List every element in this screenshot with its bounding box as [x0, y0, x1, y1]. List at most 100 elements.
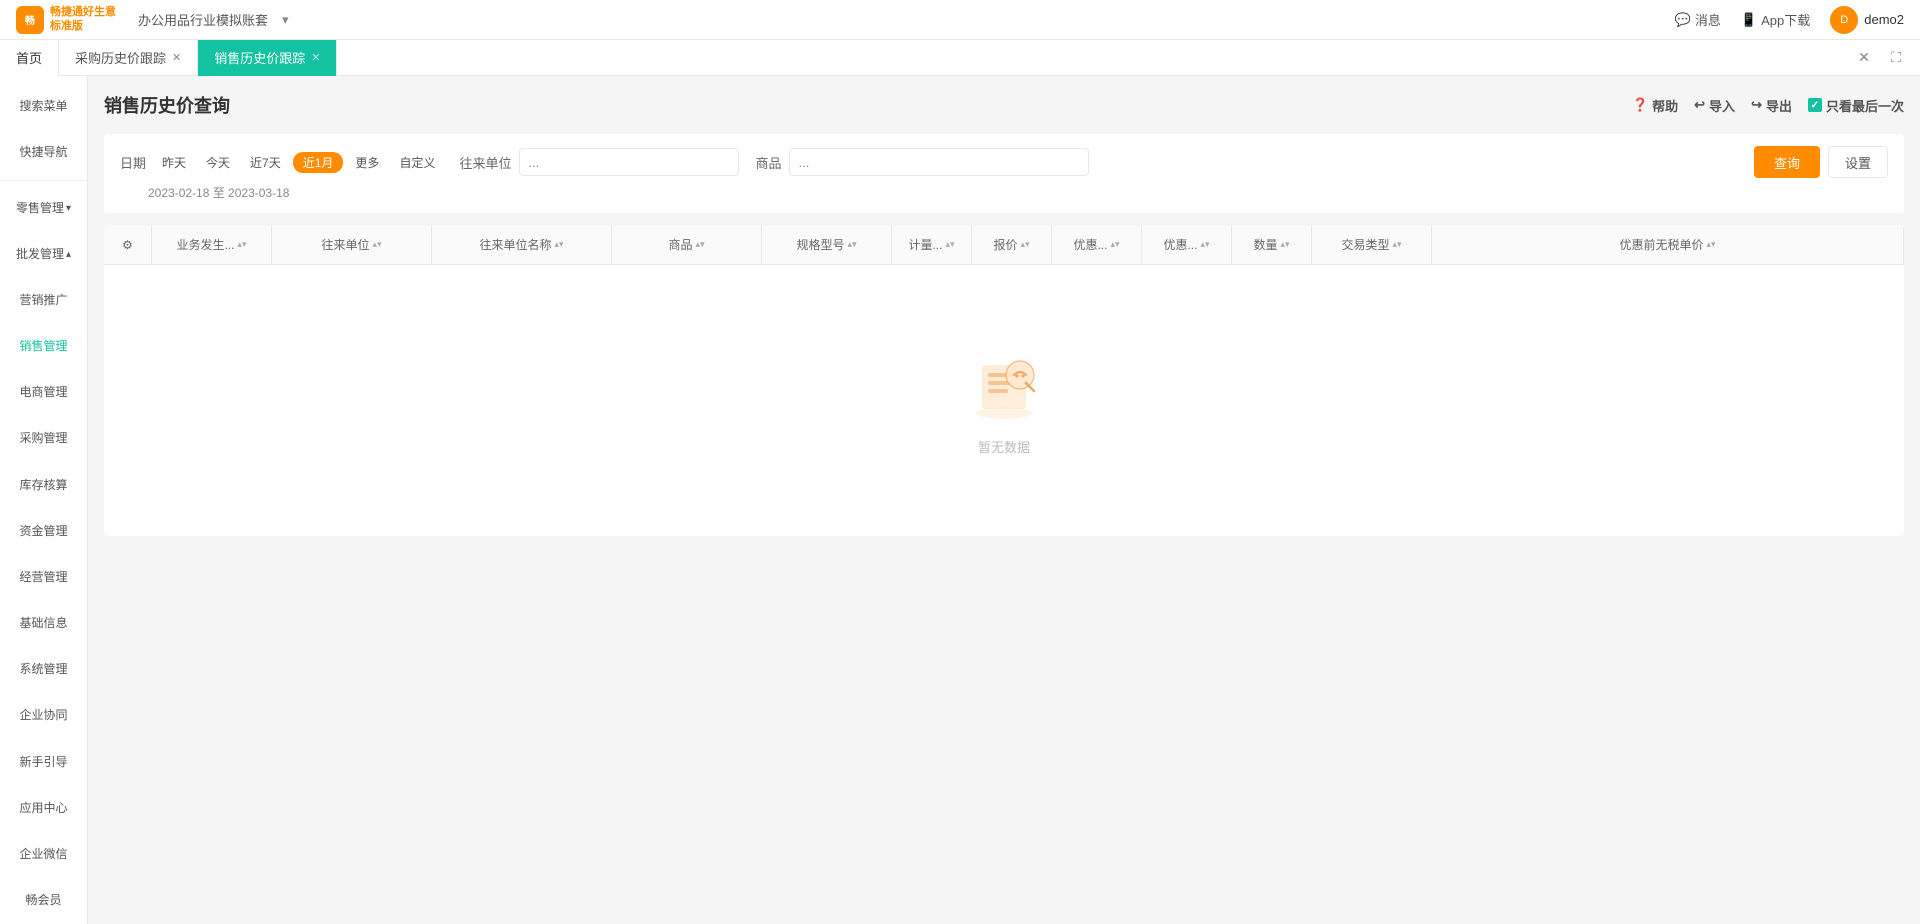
th-partner-name[interactable]: 往来单位名称 ▴▾: [432, 225, 612, 264]
th-pretax-price[interactable]: 优惠前无税单价 ▴▾: [1432, 225, 1904, 264]
export-icon: ↪: [1751, 97, 1762, 113]
filter-bar: 日期 昨天 今天 近7天 近1月 更多 自定义 往来单位 ...: [104, 134, 1904, 213]
sort-icon: ▴▾: [1706, 239, 1715, 250]
avatar: D: [1830, 6, 1858, 34]
sort-icon: ▴▾: [1200, 239, 1209, 250]
sidebar-item-finance[interactable]: 资金管理: [0, 509, 87, 555]
sort-icon: ▴▾: [372, 239, 381, 250]
message-icon: 💬: [1675, 12, 1691, 28]
only-last-checkbox[interactable]: ✓: [1808, 98, 1822, 112]
th-qty[interactable]: 数量 ▴▾: [1232, 225, 1312, 264]
date-filter: 日期 昨天 今天 近7天 近1月 更多 自定义: [120, 152, 443, 173]
sidebar-item-enterprise-wechat[interactable]: 企业微信: [0, 832, 87, 878]
content-area: 销售历史价查询 ❓ 帮助 ↩ 导入 ↪ 导出 ✓ 只: [88, 76, 1920, 924]
export-button[interactable]: ↪ 导出: [1751, 96, 1792, 115]
sidebar-item-ecom-mgmt[interactable]: 电商管理: [0, 370, 87, 416]
expand-button[interactable]: ⛶: [1884, 46, 1908, 70]
user-area[interactable]: D demo2: [1830, 6, 1904, 34]
sort-icon: ▴▾: [1392, 239, 1401, 250]
date-btn-custom[interactable]: 自定义: [391, 152, 443, 173]
sidebar-item-purchase-mgmt[interactable]: 采购管理: [0, 416, 87, 462]
filter-actions: 查询 设置: [1754, 146, 1888, 178]
sidebar-item-quick-nav[interactable]: 快捷导航: [0, 130, 87, 176]
sidebar-item-system[interactable]: 系统管理: [0, 647, 87, 693]
date-btn-1month[interactable]: 近1月: [293, 152, 344, 173]
close-tab-button[interactable]: ✕: [1852, 46, 1876, 70]
date-btn-yesterday[interactable]: 昨天: [154, 152, 194, 173]
filter-row: 日期 昨天 今天 近7天 近1月 更多 自定义 往来单位 ...: [120, 146, 1888, 178]
tab-purchase-history[interactable]: 采购历史价跟踪 ✕: [59, 40, 198, 76]
sort-icon: ▴▾: [554, 239, 563, 250]
th-unit[interactable]: 计量... ▴▾: [892, 225, 972, 264]
date-btn-7days[interactable]: 近7天: [242, 152, 289, 173]
close-purchase-tab[interactable]: ✕: [172, 51, 181, 64]
sort-icon: ▴▾: [1020, 239, 1029, 250]
th-discount2[interactable]: 优惠... ▴▾: [1142, 225, 1232, 264]
th-partner-code[interactable]: 往来单位 ▴▾: [272, 225, 432, 264]
help-icon: ❓: [1632, 97, 1648, 113]
sidebar-item-basic-info[interactable]: 基础信息: [0, 601, 87, 647]
th-quote[interactable]: 报价 ▴▾: [972, 225, 1052, 264]
table-container: ⚙ 业务发生... ▴▾ 往来单位 ▴▾ 往来单位名称 ▴▾ 商品 ▴▾: [104, 225, 1904, 536]
import-icon: ↩: [1694, 97, 1705, 113]
app-title: 办公用品行业模拟账套: [138, 10, 268, 29]
tabbar: 首页 采购历史价跟踪 ✕ 销售历史价跟踪 ✕ ✕ ⛶: [0, 40, 1920, 76]
logo-icon: 畅: [16, 6, 44, 34]
th-discount1[interactable]: 优惠... ▴▾: [1052, 225, 1142, 264]
only-last-checkbox-label[interactable]: ✓ 只看最后一次: [1808, 96, 1904, 115]
th-settings[interactable]: ⚙: [104, 225, 152, 264]
sidebar-item-inventory[interactable]: 库存核算: [0, 462, 87, 508]
sidebar-item-enterprise[interactable]: 企业协同: [0, 693, 87, 739]
sidebar-item-guide[interactable]: 新手引导: [0, 739, 87, 785]
table-header: ⚙ 业务发生... ▴▾ 往来单位 ▴▾ 往来单位名称 ▴▾ 商品 ▴▾: [104, 225, 1904, 265]
sort-icon: ▴▾: [1280, 239, 1289, 250]
partner-input[interactable]: ...: [519, 148, 739, 176]
th-spec[interactable]: 规格型号 ▴▾: [762, 225, 892, 264]
date-range-display: 2023-02-18 至 2023-03-18: [148, 184, 1888, 201]
dropdown-icon[interactable]: ▾: [282, 12, 289, 28]
sidebar-item-retail-mgmt[interactable]: 零售管理 ▾: [0, 185, 87, 231]
topbar: 畅 畅捷通好生意 标准版 办公用品行业模拟账套 ▾ 💬 消息 📱 App下载 D…: [0, 0, 1920, 40]
import-button[interactable]: ↩ 导入: [1694, 96, 1735, 115]
help-button[interactable]: ❓ 帮助: [1632, 96, 1678, 115]
th-trade-type[interactable]: 交易类型 ▴▾: [1312, 225, 1432, 264]
main-layout: 搜索菜单 快捷导航 零售管理 ▾ 批发管理 ▴ 营销推广 销售管理 电商管理 采…: [0, 76, 1920, 924]
sidebar-item-member[interactable]: 畅会员: [0, 878, 87, 924]
query-button[interactable]: 查询: [1754, 146, 1820, 178]
tab-home[interactable]: 首页: [0, 40, 59, 76]
settings-button[interactable]: 设置: [1828, 146, 1888, 178]
tabbar-actions: ✕ ⛶: [1852, 46, 1920, 70]
page-title-bar: 销售历史价查询 ❓ 帮助 ↩ 导入 ↪ 导出 ✓ 只: [104, 92, 1904, 118]
message-button[interactable]: 💬 消息: [1675, 10, 1721, 29]
sort-icon: ▴▾: [847, 239, 856, 250]
gear-icon: ⚙: [122, 238, 133, 252]
sidebar-item-wholesale-mgmt[interactable]: 批发管理 ▴: [0, 231, 87, 277]
empty-state: 暂无数据: [104, 265, 1904, 536]
sidebar-item-search-menu[interactable]: 搜索菜单: [0, 84, 87, 130]
th-biz-date[interactable]: 业务发生... ▴▾: [152, 225, 272, 264]
th-product[interactable]: 商品 ▴▾: [612, 225, 762, 264]
chevron-down-icon: ▾: [66, 203, 71, 214]
download-icon: 📱: [1741, 12, 1757, 28]
date-btn-today[interactable]: 今天: [198, 152, 238, 173]
product-input[interactable]: ...: [789, 148, 1089, 176]
sidebar-item-sales-mgmt[interactable]: 销售管理: [0, 324, 87, 370]
chevron-up-icon: ▴: [66, 249, 71, 260]
date-btn-more[interactable]: 更多: [347, 152, 387, 173]
sidebar-item-app-center[interactable]: 应用中心: [0, 786, 87, 832]
date-buttons: 昨天 今天 近7天 近1月 更多 自定义: [154, 152, 443, 173]
sort-icon: ▴▾: [945, 239, 954, 250]
partner-filter: 往来单位 ...: [459, 148, 739, 176]
logo-text: 畅捷通好生意 标准版: [50, 6, 116, 32]
sidebar-item-operations[interactable]: 经营管理: [0, 555, 87, 601]
page-title-actions: ❓ 帮助 ↩ 导入 ↪ 导出 ✓ 只看最后一次: [1632, 96, 1904, 115]
sort-icon: ▴▾: [695, 239, 704, 250]
close-sales-tab[interactable]: ✕: [311, 51, 320, 64]
sort-icon: ▴▾: [237, 239, 246, 250]
sidebar-item-marketing[interactable]: 营销推广: [0, 278, 87, 324]
topbar-left: 畅 畅捷通好生意 标准版 办公用品行业模拟账套 ▾: [16, 6, 289, 34]
tab-sales-history[interactable]: 销售历史价跟踪 ✕: [198, 40, 337, 76]
product-filter: 商品 ...: [755, 148, 1089, 176]
app-download-button[interactable]: 📱 App下载: [1741, 10, 1810, 29]
sidebar: 搜索菜单 快捷导航 零售管理 ▾ 批发管理 ▴ 营销推广 销售管理 电商管理 采…: [0, 76, 88, 924]
